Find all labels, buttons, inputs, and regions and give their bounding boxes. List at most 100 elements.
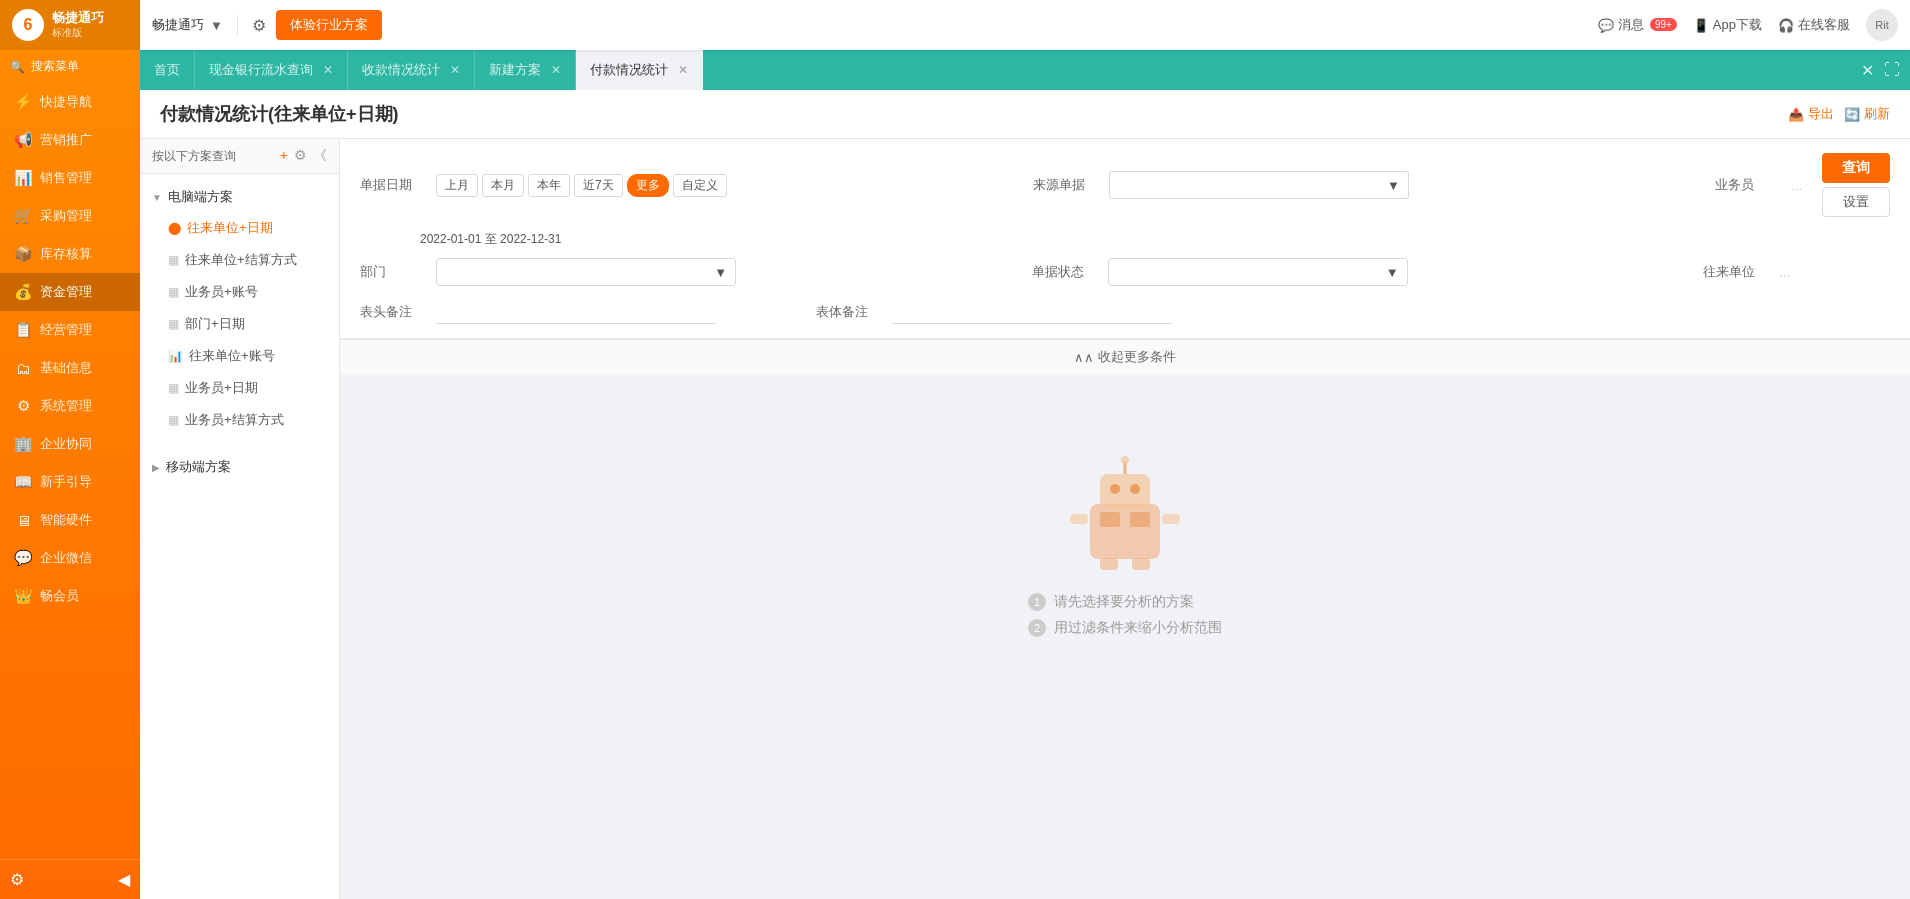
header-note-input[interactable]: [436, 300, 716, 324]
partner-label: 往来单位: [1703, 263, 1759, 281]
scheme-item-partner-date[interactable]: ⬤ 往来单位+日期: [140, 212, 339, 244]
notifications-btn[interactable]: 💬 消息 99+: [1598, 16, 1677, 34]
tab-close-all-icon[interactable]: ✕: [1861, 61, 1874, 80]
scheme-item-salesperson-date[interactable]: ▦ 业务员+日期: [140, 372, 339, 404]
query-btn[interactable]: 查询: [1822, 153, 1890, 183]
company-dropdown-icon: ▼: [210, 18, 223, 33]
user-avatar[interactable]: Rit: [1866, 9, 1898, 41]
date-btn-custom[interactable]: 自定义: [673, 174, 727, 197]
filter-settings-btn[interactable]: 设置: [1822, 187, 1890, 217]
search-menu[interactable]: 🔍 搜索菜单: [0, 50, 140, 83]
body-note-input[interactable]: [892, 300, 1172, 324]
export-icon: 📤: [1788, 107, 1804, 122]
sidebar-item-guide[interactable]: 📖 新手引导: [0, 463, 140, 501]
filter-area: 单据日期 上月 本月 本年 近7天 更多 自定义 来源单据 ▼: [340, 139, 1910, 339]
sidebar-item-operation[interactable]: 📋 经营管理: [0, 311, 140, 349]
left-panel: 按以下方案查询 + ⚙ 《 ▼ 电脑端方案 ⬤ 往来单位+日期 ▦: [140, 139, 340, 899]
online-support-btn[interactable]: 🎧 在线客服: [1778, 16, 1850, 34]
tab-bank-flow[interactable]: 现金银行流水查询 ✕: [195, 50, 348, 90]
tab-new-plan[interactable]: 新建方案 ✕: [475, 50, 576, 90]
date-btn-this-month[interactable]: 本月: [482, 174, 524, 197]
scheme-collapse-btn[interactable]: 《: [313, 147, 327, 165]
scheme-table-icon-2: ▦: [168, 285, 179, 299]
collapse-more-btn[interactable]: ∧∧ 收起更多条件: [1074, 348, 1176, 366]
tab-expand-icon[interactable]: ⛶: [1884, 61, 1900, 79]
sidebar-item-hardware[interactable]: 🖥 智能硬件: [0, 501, 140, 539]
dept-select[interactable]: ▼: [436, 258, 736, 286]
content-layout: 按以下方案查询 + ⚙ 《 ▼ 电脑端方案 ⬤ 往来单位+日期 ▦: [140, 139, 1910, 899]
tabbar: 首页 现金银行流水查询 ✕ 收款情况统计 ✕ 新建方案 ✕ 付款情况统计 ✕ ✕…: [140, 50, 1910, 90]
page-actions: 📤 导出 🔄 刷新: [1788, 105, 1890, 123]
body-note-label: 表体备注: [816, 303, 872, 321]
tab-close-new-plan[interactable]: ✕: [551, 63, 561, 77]
tab-close-bank-flow[interactable]: ✕: [323, 63, 333, 77]
scheme-item-salesperson-payment[interactable]: ▦ 业务员+结算方式: [140, 404, 339, 436]
partner-input[interactable]: ...: [1779, 265, 1790, 280]
sidebar-item-member[interactable]: 👑 畅会员: [0, 577, 140, 615]
tab-payment-stats[interactable]: 付款情况统计 ✕: [576, 50, 703, 90]
sidebar-settings-icon[interactable]: ⚙: [10, 870, 24, 889]
export-btn[interactable]: 📤 导出: [1788, 105, 1834, 123]
sidebar-item-quick-nav[interactable]: ⚡ 快捷导航: [0, 83, 140, 121]
app-name: 畅捷通巧: [52, 10, 104, 26]
sidebar-item-system[interactable]: ⚙ 系统管理: [0, 387, 140, 425]
date-btn-more[interactable]: 更多: [627, 174, 669, 197]
sidebar-item-inventory[interactable]: 📦 库存核算: [0, 235, 140, 273]
scheme-table-icon-1: ▦: [168, 253, 179, 267]
sidebar-item-basic[interactable]: 🗂 基础信息: [0, 349, 140, 387]
sidebar-item-marketing[interactable]: 📢 营销推广: [0, 121, 140, 159]
robot-illustration: [1065, 454, 1185, 577]
tab-close-payment-stats[interactable]: ✕: [678, 63, 688, 77]
scheme-table-icon-5: ▦: [168, 413, 179, 427]
desktop-scheme-group-header[interactable]: ▼ 电脑端方案: [140, 182, 339, 212]
scheme-item-salesperson-account[interactable]: ▦ 业务员+账号: [140, 276, 339, 308]
date-btn-last-7days[interactable]: 近7天: [574, 174, 623, 197]
doc-status-select[interactable]: ▼: [1108, 258, 1408, 286]
scheme-item-partner-account[interactable]: 📊 往来单位+账号: [140, 340, 339, 372]
filter-row-3: 表头备注 表体备注: [360, 300, 1890, 324]
tab-receipt-stats[interactable]: 收款情况统计 ✕: [348, 50, 475, 90]
svg-rect-2: [1130, 512, 1150, 527]
svg-rect-3: [1100, 474, 1150, 509]
sidebar-collapse-icon[interactable]: ◀: [118, 870, 130, 889]
date-btn-this-year[interactable]: 本年: [528, 174, 570, 197]
topbar-settings-icon[interactable]: ⚙: [252, 16, 266, 35]
source-select[interactable]: ▼: [1109, 171, 1409, 199]
scheme-item-partner-payment[interactable]: ▦ 往来单位+结算方式: [140, 244, 339, 276]
scheme-settings-btn[interactable]: ⚙: [294, 147, 307, 165]
sidebar-item-capital[interactable]: 💰 资金管理: [0, 273, 140, 311]
source-label: 来源单据: [1033, 176, 1089, 194]
salesperson-input[interactable]: ...: [1791, 178, 1802, 193]
filter-row-1: 单据日期 上月 本月 本年 近7天 更多 自定义 来源单据 ▼: [360, 153, 1890, 217]
filter-row-2: 部门 ▼ 单据状态 ▼ 往来单位 ...: [360, 258, 1890, 286]
tab-home[interactable]: 首页: [140, 50, 195, 90]
scheme-panel-title: 按以下方案查询: [152, 148, 236, 165]
dept-label: 部门: [360, 263, 416, 281]
company-selector[interactable]: 畅捷通巧 ▼: [152, 16, 223, 34]
sidebar-item-purchase[interactable]: 🛒 采购管理: [0, 197, 140, 235]
hardware-icon: 🖥: [14, 511, 32, 529]
doc-status-dropdown-icon: ▼: [1386, 265, 1399, 280]
add-scheme-btn[interactable]: +: [280, 147, 288, 165]
main-content: 付款情况统计(往来单位+日期) 📤 导出 🔄 刷新 按以下方案查询 + ⚙ 《: [140, 90, 1910, 899]
refresh-btn[interactable]: 🔄 刷新: [1844, 105, 1890, 123]
scheme-item-dept-date[interactable]: ▦ 部门+日期: [140, 308, 339, 340]
company-name: 畅捷通巧: [152, 16, 204, 34]
member-icon: 👑: [14, 587, 32, 605]
sales-icon: 📊: [14, 169, 32, 187]
date-options: 上月 本月 本年 近7天 更多 自定义: [436, 174, 727, 197]
marketing-icon: 📢: [14, 131, 32, 149]
app-download-btn[interactable]: 📱 App下载: [1693, 16, 1762, 34]
tab-close-receipt-stats[interactable]: ✕: [450, 63, 460, 77]
empty-tip-2: 2 用过滤条件来缩小分析范围: [1028, 619, 1222, 637]
notification-icon: 💬: [1598, 18, 1614, 33]
trial-btn[interactable]: 体验行业方案: [276, 10, 382, 40]
sidebar-item-sales[interactable]: 📊 销售管理: [0, 159, 140, 197]
guide-icon: 📖: [14, 473, 32, 491]
sidebar-item-weixin[interactable]: 💬 企业微信: [0, 539, 140, 577]
empty-state: 1 请先选择要分析的方案 2 用过滤条件来缩小分析范围: [340, 374, 1910, 717]
mobile-scheme-group-header[interactable]: ▶ 移动端方案: [140, 452, 339, 482]
sidebar-item-enterprise[interactable]: 🏢 企业协同: [0, 425, 140, 463]
capital-icon: 💰: [14, 283, 32, 301]
date-btn-last-month[interactable]: 上月: [436, 174, 478, 197]
